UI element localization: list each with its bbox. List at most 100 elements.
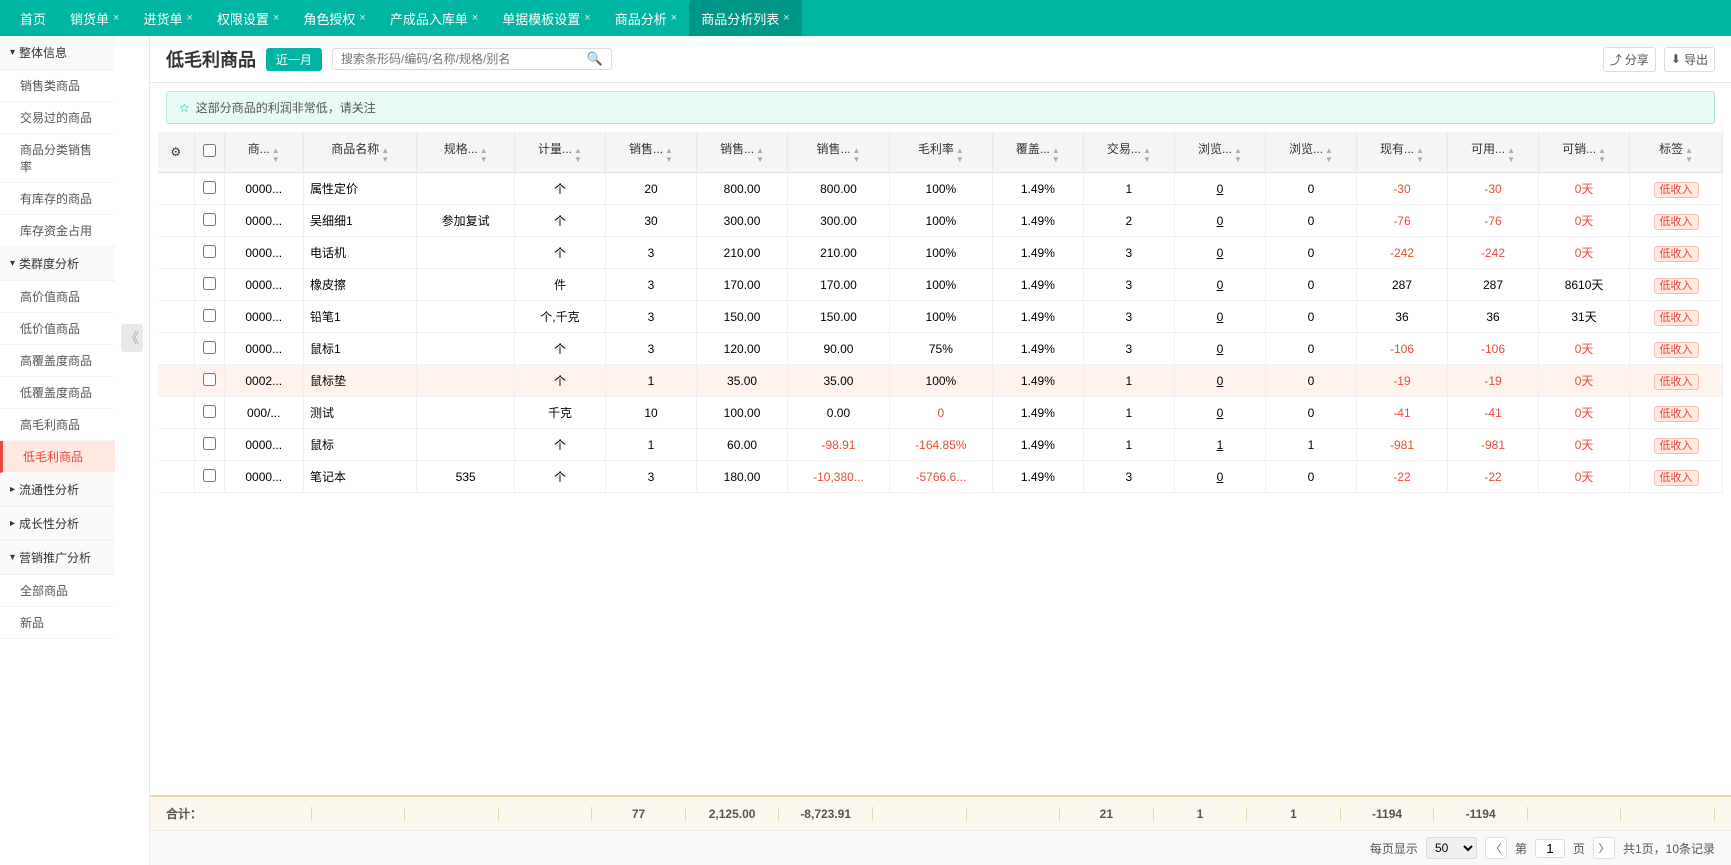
sidebar-item-sales-goods[interactable]: 销售类商品 [0,70,115,102]
nav-item-product-entry[interactable]: 产成品入库单 × [378,0,490,36]
sidebar-item-category-rate[interactable]: 商品分类销售率 [0,134,115,183]
sidebar-group-liquidity[interactable]: ▸ 流通性分析 [0,473,115,507]
next-page-button[interactable]: 〉 [1593,837,1615,859]
cell-view1[interactable]: 0 [1174,205,1265,237]
sidebar-item-low-coverage[interactable]: 低覆盖度商品 [0,377,115,409]
cell-view1[interactable]: 0 [1174,173,1265,205]
row-checkbox[interactable] [203,245,216,258]
page-number-input[interactable] [1535,839,1565,858]
nav-item-sales[interactable]: 销货单 × [58,0,131,36]
export-button[interactable]: ⬇ 导出 [1664,47,1715,72]
nav-item-home[interactable]: 首页 [8,0,58,36]
table-row: 0002... 鼠标垫 个 1 35.00 35.00 100% 1.49% 1… [158,365,1723,397]
cell-sales-amount: 35.00 [788,365,890,397]
nav-item-product-analysis-list[interactable]: 商品分析列表 × [689,0,801,36]
col-settings[interactable]: ⚙ [158,132,194,173]
cell-spec [417,173,515,205]
footer-trade: 21 [1060,807,1154,821]
share-button[interactable]: ⤴ 分享 [1603,47,1656,72]
sidebar-item-new-products[interactable]: 新品 [0,607,115,639]
cell-sales-qty: 30 [605,205,696,237]
sidebar-item-high-coverage[interactable]: 高覆盖度商品 [0,345,115,377]
nav-item-template[interactable]: 单据模板设置 × [490,0,602,36]
footer-available-stock: -1194 [1434,807,1528,821]
col-unit[interactable]: 计量...▲▼ [514,132,605,173]
row-checkbox[interactable] [203,469,216,482]
sidebar-group-growth[interactable]: ▸ 成长性分析 [0,507,115,541]
col-view2[interactable]: 浏览...▲▼ [1265,132,1356,173]
sidebar-item-in-stock[interactable]: 有库存的商品 [0,183,115,215]
col-name[interactable]: 商品名称▲▼ [303,132,416,173]
select-all-checkbox[interactable] [203,144,216,157]
col-view1[interactable]: 浏览...▲▼ [1174,132,1265,173]
nav-item-roles[interactable]: 角色授权 × [291,0,377,36]
sidebar-item-traded-goods[interactable]: 交易过的商品 [0,102,115,134]
sidebar-item-low-value[interactable]: 低价值商品 [0,313,115,345]
sidebar-item-all-products[interactable]: 全部商品 [0,575,115,607]
cell-view1[interactable]: 0 [1174,333,1265,365]
close-icon[interactable]: × [273,12,279,24]
sidebar-item-low-margin[interactable]: 低毛利商品 [0,441,115,473]
col-coverage[interactable]: 覆盖...▲▼ [992,132,1083,173]
nav-item-purchase[interactable]: 进货单 × [131,0,204,36]
share-icon: ⤴ [1610,51,1622,68]
col-tag[interactable]: 标签▲▼ [1630,132,1723,173]
cell-view1[interactable]: 0 [1174,237,1265,269]
row-checkbox[interactable] [203,373,216,386]
row-checkbox[interactable] [203,277,216,290]
row-checkbox[interactable] [203,213,216,226]
per-page-select[interactable]: 50 100 200 [1426,837,1477,859]
filter-button[interactable]: 近一月 [266,48,322,71]
row-checkbox[interactable] [203,181,216,194]
col-saleable[interactable]: 可销...▲▼ [1539,132,1630,173]
cell-view1[interactable]: 1 [1174,429,1265,461]
close-icon[interactable]: × [584,12,590,24]
prev-page-button[interactable]: 〈 [1485,837,1507,859]
cell-view1[interactable]: 0 [1174,365,1265,397]
sidebar-group-cluster[interactable]: ▾ 类群度分析 [0,247,115,281]
sidebar-group-overall[interactable]: ▾ 整体信息 [0,36,115,70]
cell-current-stock: 36 [1356,301,1447,333]
row-checkbox[interactable] [203,437,216,450]
cell-spec [417,365,515,397]
close-icon[interactable]: × [671,12,677,24]
col-code[interactable]: 商...▲▼ [224,132,303,173]
close-icon[interactable]: × [359,12,365,24]
col-gross-margin[interactable]: 毛利率▲▼ [889,132,992,173]
sidebar-item-capital[interactable]: 库存资金占用 [0,215,115,247]
cell-spec [417,237,515,269]
col-current-stock[interactable]: 现有...▲▼ [1356,132,1447,173]
col-trade[interactable]: 交易...▲▼ [1083,132,1174,173]
col-available-stock[interactable]: 可用...▲▼ [1448,132,1539,173]
col-spec[interactable]: 规格...▲▼ [417,132,515,173]
close-icon[interactable]: × [472,12,478,24]
sidebar-item-high-value[interactable]: 高价值商品 [0,281,115,313]
cell-coverage: 1.49% [992,461,1083,493]
cell-coverage: 1.49% [992,237,1083,269]
col-sales-price[interactable]: 销售...▲▼ [697,132,788,173]
sidebar-group-marketing[interactable]: ▾ 营销推广分析 [0,541,115,575]
sidebar-item-high-margin[interactable]: 高毛利商品 [0,409,115,441]
cell-view1[interactable]: 0 [1174,301,1265,333]
cell-sales-price: 210.00 [697,237,788,269]
col-sales-amount[interactable]: 销售...▲▼ [788,132,890,173]
cell-view1[interactable]: 0 [1174,269,1265,301]
cell-view1[interactable]: 0 [1174,397,1265,429]
table-row: 0000... 电话机 个 3 210.00 210.00 100% 1.49%… [158,237,1723,269]
close-icon[interactable]: × [186,12,192,24]
sidebar-group-cluster-items: 高价值商品 低价值商品 高覆盖度商品 低覆盖度商品 高毛利商品 低毛利商品 [0,281,115,473]
col-sales-qty[interactable]: 销售...▲▼ [605,132,696,173]
footer-spacer4 [499,807,593,821]
row-checkbox[interactable] [203,405,216,418]
cell-view1[interactable]: 0 [1174,461,1265,493]
cell-view2: 0 [1265,397,1356,429]
nav-item-product-analysis[interactable]: 商品分析 × [603,0,689,36]
search-input[interactable] [341,52,587,66]
close-icon[interactable]: × [783,12,789,24]
row-checkbox[interactable] [203,341,216,354]
close-icon[interactable]: × [113,12,119,24]
row-checkbox[interactable] [203,309,216,322]
cell-checkbox [194,301,224,333]
sidebar-collapse-button[interactable]: 《 [121,324,143,352]
nav-item-permissions[interactable]: 权限设置 × [205,0,291,36]
